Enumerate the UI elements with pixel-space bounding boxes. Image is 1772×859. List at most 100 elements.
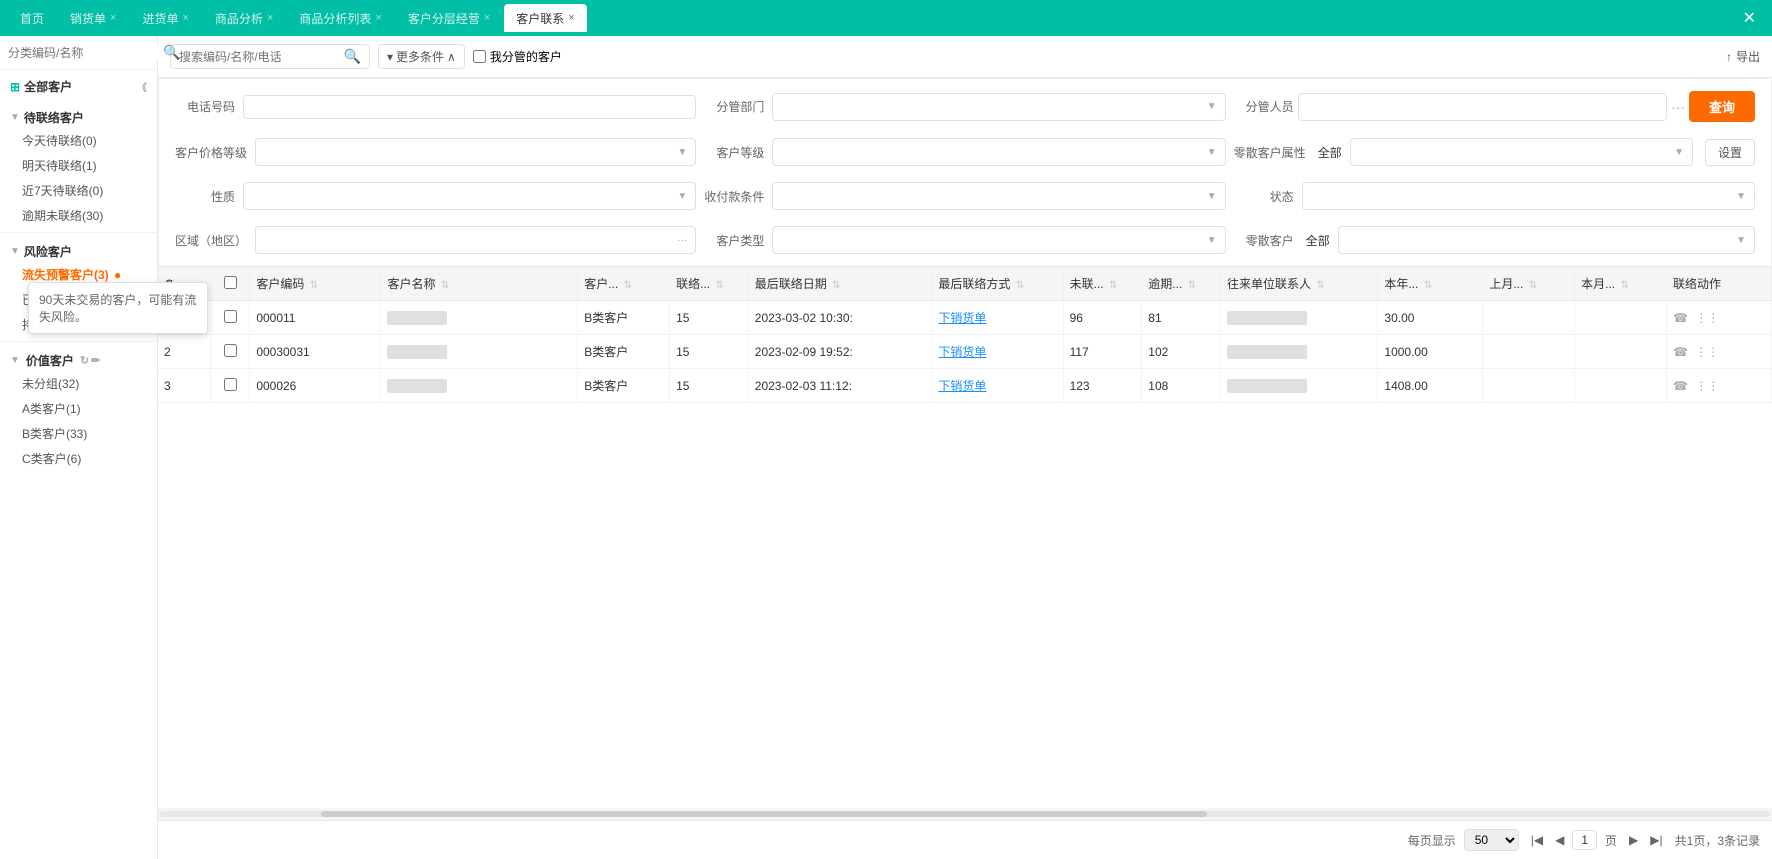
- col-this-month[interactable]: 本月... ⇅: [1575, 267, 1667, 301]
- cell-last-way[interactable]: 下销货单: [932, 301, 1063, 335]
- tab-sales-close[interactable]: ×: [110, 12, 116, 24]
- row-checkbox-1[interactable]: [224, 344, 237, 357]
- cell-action[interactable]: ☎ ⋮⋮: [1666, 301, 1771, 335]
- col-checkbox[interactable]: [210, 267, 249, 301]
- level-select[interactable]: ▼: [772, 138, 1225, 166]
- sidebar-group-risk[interactable]: ▼ 风险客户: [0, 237, 157, 262]
- tab-purchase[interactable]: 进货单 ×: [130, 4, 200, 32]
- sidebar-item-tomorrow[interactable]: 明天待联络(1): [0, 153, 157, 178]
- sidebar-item-ungroup[interactable]: 未分组(32): [0, 371, 157, 396]
- select-all-checkbox[interactable]: [224, 276, 237, 289]
- col-unit-contact[interactable]: 往来单位联系人 ⇅: [1220, 267, 1377, 301]
- cell-checkbox[interactable]: [210, 335, 249, 369]
- page-prev-icon[interactable]: ◀: [1551, 831, 1568, 849]
- manager-dots[interactable]: ···: [1671, 99, 1685, 115]
- per-page-select[interactable]: 50 100 200: [1464, 829, 1519, 851]
- cell-action[interactable]: ☎ ⋮⋮: [1666, 369, 1771, 403]
- cell-last-way[interactable]: 下销货单: [932, 335, 1063, 369]
- tab-analysis[interactable]: 商品分析 ×: [203, 4, 285, 32]
- cell-checkbox[interactable]: [210, 301, 249, 335]
- tab-customer-contact-close[interactable]: ×: [568, 12, 574, 24]
- sort-name: ⇅: [441, 280, 449, 291]
- col-overdue[interactable]: 逾期... ⇅: [1142, 267, 1221, 301]
- filter-search-input[interactable]: [179, 50, 344, 64]
- col-code[interactable]: 客户编码 ⇅: [250, 267, 381, 301]
- col-name[interactable]: 客户名称 ⇅: [381, 267, 578, 301]
- action-more-icon[interactable]: ⋮⋮: [1695, 311, 1719, 325]
- manager-select[interactable]: [1298, 93, 1667, 121]
- col-this-year[interactable]: 本年... ⇅: [1378, 267, 1483, 301]
- my-customers-check[interactable]: [473, 50, 486, 63]
- filter-row-customer-type: 客户类型 ▼: [704, 222, 1225, 258]
- sidebar-group-value[interactable]: ▼ 价值客户 ↻ ✏: [0, 346, 157, 371]
- sidebar-item-c-class[interactable]: C类客户(6): [0, 446, 157, 471]
- cell-checkbox[interactable]: [210, 369, 249, 403]
- page-next-icon[interactable]: ▶: [1625, 831, 1642, 849]
- cell-action[interactable]: ☎ ⋮⋮: [1666, 335, 1771, 369]
- col-type[interactable]: 客户... ⇅: [578, 267, 670, 301]
- sidebar-collapse-icon[interactable]: 《: [137, 79, 147, 94]
- sidebar-item-a-class[interactable]: A类客户(1): [0, 396, 157, 421]
- sidebar-item-today[interactable]: 今天待联络(0): [0, 128, 157, 153]
- tab-customer-contact[interactable]: 客户联系 ×: [504, 4, 586, 32]
- tab-sales[interactable]: 销货单 ×: [58, 4, 128, 32]
- tab-customer-layer-label: 客户分层经营: [408, 10, 480, 27]
- row-checkbox-0[interactable]: [224, 310, 237, 323]
- filter-search-icon[interactable]: 🔍: [344, 48, 361, 65]
- page-last-icon[interactable]: ▶|: [1646, 831, 1666, 849]
- query-button[interactable]: 查询: [1689, 91, 1755, 122]
- cell-last-way[interactable]: 下销货单: [932, 369, 1063, 403]
- sidebar-item-7days[interactable]: 近7天待联络(0): [0, 178, 157, 203]
- horizontal-scrollbar[interactable]: [158, 808, 1772, 820]
- action-contact-icon[interactable]: ☎: [1673, 311, 1688, 325]
- refresh-icon[interactable]: ↻: [80, 354, 89, 367]
- customer-type-select[interactable]: ▼: [772, 226, 1225, 254]
- tab-home[interactable]: 首页: [8, 4, 56, 32]
- sidebar-all-customers[interactable]: ⊞ 全部客户 《: [0, 70, 157, 103]
- col-uncontacted[interactable]: 未联... ⇅: [1063, 267, 1142, 301]
- current-page[interactable]: 1: [1572, 830, 1597, 850]
- col-last-way[interactable]: 最后联络方式 ⇅: [932, 267, 1063, 301]
- last-way-link[interactable]: 下销货单: [938, 379, 986, 393]
- sidebar-group-pending[interactable]: ▼ 待联络客户: [0, 103, 157, 128]
- sidebar-item-overdue[interactable]: 逾期未联络(30): [0, 203, 157, 228]
- edit-icon[interactable]: ✏: [91, 354, 100, 367]
- last-way-link[interactable]: 下销货单: [938, 311, 986, 325]
- last-way-link[interactable]: 下销货单: [938, 345, 986, 359]
- my-customers-checkbox[interactable]: 我分管的客户: [473, 48, 562, 65]
- grid-icon: ⊞: [10, 80, 20, 94]
- price-select[interactable]: ▼: [255, 138, 696, 166]
- scrollbar-thumb[interactable]: [321, 811, 1207, 817]
- retail-attr-select[interactable]: ▼: [1350, 138, 1693, 166]
- cell-type: B类客户: [578, 301, 670, 335]
- tab-analysis-close[interactable]: ×: [267, 12, 273, 24]
- tab-analysis-list-close[interactable]: ×: [375, 12, 381, 24]
- tab-purchase-close[interactable]: ×: [182, 12, 188, 24]
- filter-bar: 🔍 ▾ 更多条件 ∧ 我分管的客户 ↑ 导出: [158, 36, 1772, 78]
- payment-select[interactable]: ▼: [772, 182, 1225, 210]
- phone-input[interactable]: [243, 95, 696, 119]
- page-first-icon[interactable]: |◀: [1527, 831, 1547, 849]
- action-contact-icon[interactable]: ☎: [1673, 345, 1688, 359]
- tab-analysis-list[interactable]: 商品分析列表 ×: [287, 4, 393, 32]
- sidebar-search-input[interactable]: [8, 46, 163, 60]
- more-conditions-btn[interactable]: ▾ 更多条件 ∧: [378, 44, 465, 69]
- setting-button[interactable]: 设置: [1705, 139, 1755, 166]
- col-contact[interactable]: 联络... ⇅: [670, 267, 749, 301]
- row-checkbox-2[interactable]: [224, 378, 237, 391]
- col-last-month[interactable]: 上月... ⇅: [1483, 267, 1575, 301]
- dept-select[interactable]: ▼: [772, 93, 1225, 121]
- action-contact-icon[interactable]: ☎: [1673, 379, 1688, 393]
- retail-select[interactable]: ▼: [1338, 226, 1755, 254]
- nature-select[interactable]: ▼: [243, 182, 696, 210]
- export-btn[interactable]: ↑ 导出: [1726, 48, 1760, 65]
- col-last-date[interactable]: 最后联络日期 ⇅: [748, 267, 932, 301]
- tab-customer-layer-close[interactable]: ×: [484, 12, 490, 24]
- region-select[interactable]: ···: [255, 226, 696, 254]
- action-more-icon[interactable]: ⋮⋮: [1695, 345, 1719, 359]
- sidebar-item-b-class[interactable]: B类客户(33): [0, 421, 157, 446]
- status-select[interactable]: ▼: [1302, 182, 1755, 210]
- action-more-icon[interactable]: ⋮⋮: [1695, 379, 1719, 393]
- window-close-icon[interactable]: ✕: [1735, 8, 1764, 28]
- tab-customer-layer[interactable]: 客户分层经营 ×: [396, 4, 502, 32]
